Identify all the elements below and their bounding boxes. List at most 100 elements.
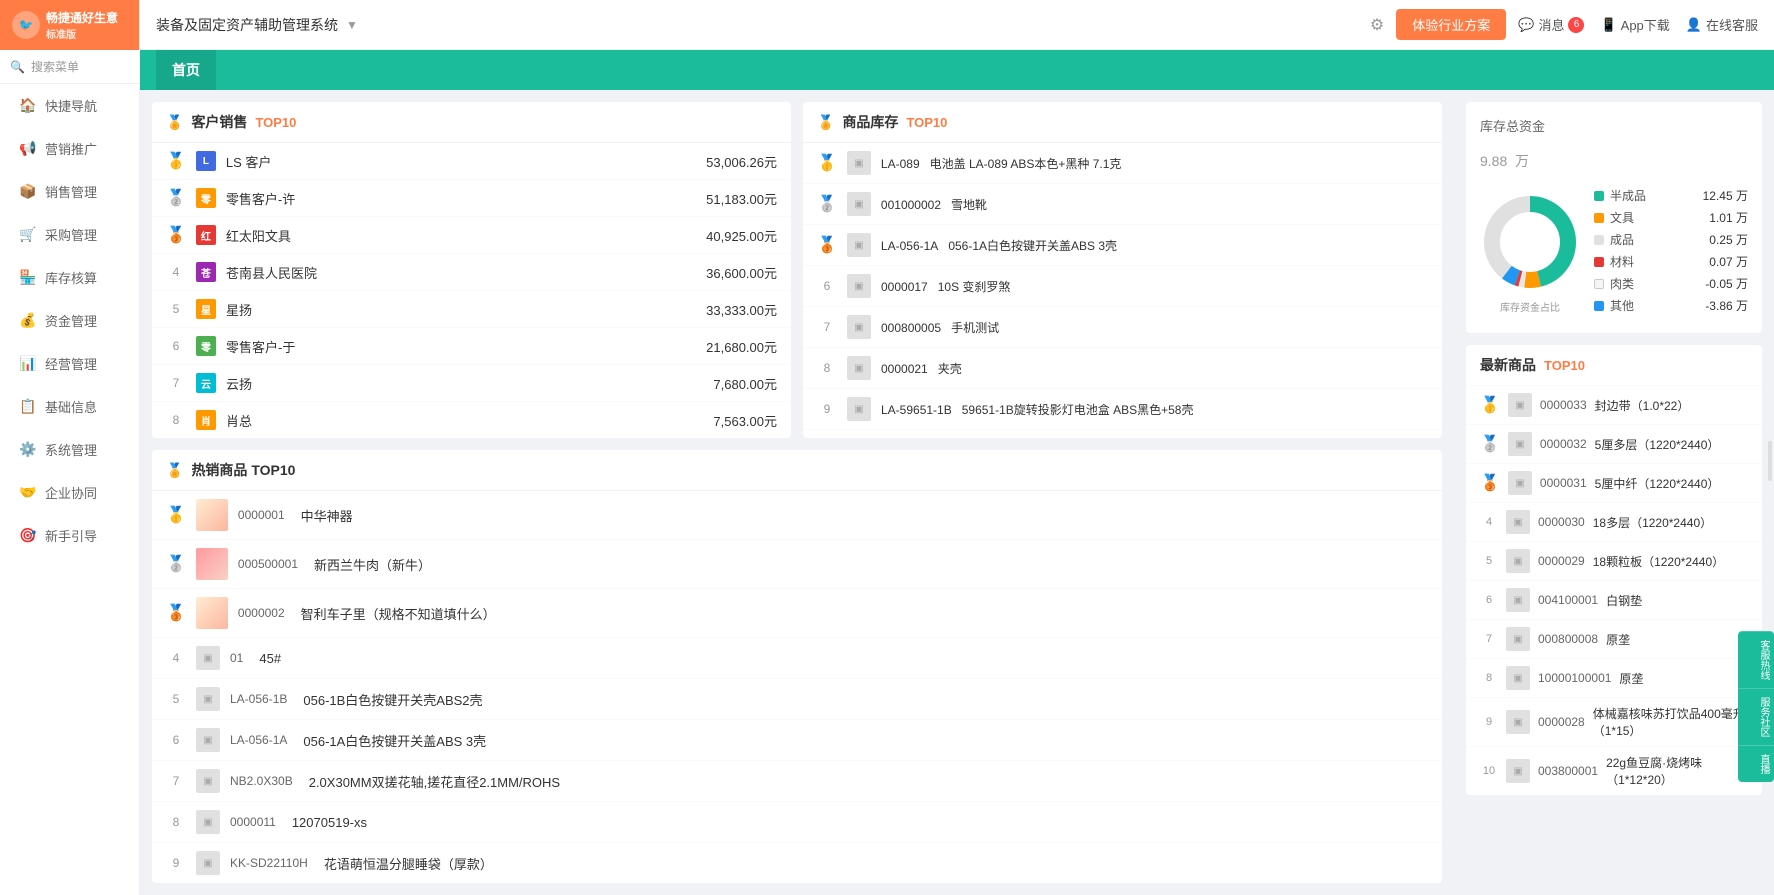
customer-badge-6: 零	[196, 336, 216, 356]
sales-icon: 📦	[19, 183, 37, 201]
topbar-right: 💬 消息 6 📱 App下载 👤 在线客服	[1518, 15, 1758, 34]
latest-rank-6: 6 ▣ 004100001 白钢垫	[1466, 580, 1762, 619]
medal-bronze-3: 🥉	[166, 225, 186, 245]
latest-img-4: ▣	[1506, 510, 1530, 534]
experience-btn[interactable]: 体验行业方案	[1396, 9, 1506, 40]
hot-prod-rank-1: 🥇 0000001 中华神器	[152, 491, 1442, 540]
latest-img-8: ▣	[1506, 666, 1530, 690]
settings-icon[interactable]: ⚙	[1370, 15, 1384, 35]
inv-rank-2: 🥈 ▣ 001000002 雪地靴	[803, 184, 1442, 225]
inv-img-7: ▣	[847, 397, 871, 421]
inv-img-2: ▣	[847, 192, 871, 216]
legend-item-5: 其他 -3.86 万	[1594, 297, 1748, 314]
sidebar-item-basic-info[interactable]: 📋 基础信息	[0, 385, 139, 428]
float-btn-hotline[interactable]: 客服热线	[1738, 631, 1774, 688]
hot-prod-rank-5: 5 ▣ LA-056-1B 056-1B白色按键开关壳ABS2壳	[152, 679, 1442, 720]
sidebar-item-system[interactable]: ⚙️ 系统管理	[0, 428, 139, 471]
sidebar-item-guide[interactable]: 🎯 新手引导	[0, 514, 139, 557]
latest-img-5: ▣	[1506, 549, 1530, 573]
home-icon: 🏠	[19, 97, 37, 115]
page-nav: 首页	[140, 50, 1774, 90]
messages-btn[interactable]: 💬 消息 6	[1518, 15, 1584, 34]
latest-products-card: 最新商品 TOP10 🥇 ▣ 0000033 封边带（1.0*22） 🥈 ▣ 0…	[1466, 345, 1762, 795]
customer-badge-1: L	[196, 151, 216, 171]
hot-prod-rank-2: 🥈 000500001 新西兰牛肉（新牛）	[152, 540, 1442, 589]
legend-item-3: 材料 0.07 万	[1594, 253, 1748, 270]
hot-products-header: 🏅 热销商品 TOP10	[152, 450, 1442, 491]
latest-img-10: ▣	[1506, 759, 1530, 783]
sidebar-item-inventory[interactable]: 🏪 库存核算	[0, 256, 139, 299]
latest-rank-4: 4 ▣ 0000030 18多层（1220*2440）	[1466, 502, 1762, 541]
sidebar-item-finance[interactable]: 💰 资金管理	[0, 299, 139, 342]
hot-prod-rank-6: 6 ▣ LA-056-1A 056-1A白色按键开关盖ABS 3壳	[152, 720, 1442, 761]
customer-badge-2: 零	[196, 188, 216, 208]
hot-prod-rank-4: 4 ▣ 01 45#	[152, 638, 1442, 679]
customer-rank-1: 🥇 L LS 客户 53,006.26元	[152, 143, 791, 180]
hot-prod-rank-7: 7 ▣ NB2.0X30B 2.0X30MM双搓花轴,搓花直径2.1MM/ROH…	[152, 761, 1442, 802]
latest-products-header: 最新商品 TOP10	[1466, 345, 1762, 385]
operations-icon: 📊	[19, 355, 37, 373]
sidebar-item-purchase[interactable]: 🛒 采购管理	[0, 213, 139, 256]
hot-prod-rank-3: 🥉 0000002 智利车子里（规格不知道填什么）	[152, 589, 1442, 638]
inv-rank-1: 🥇 ▣ LA-089 电池盖 LA-089 ABS本色+黑种 7.1克	[803, 143, 1442, 184]
search-icon: 🔍	[10, 60, 25, 74]
donut-chart-container: 库存资金占比	[1480, 192, 1580, 314]
sidebar-item-enterprise[interactable]: 🤝 企业协同	[0, 471, 139, 514]
customer-badge-8: 肖	[196, 410, 216, 430]
customer-sales-card: 🏅 客户销售 TOP10 🥇 L LS 客户 53,006.26元 🥈 零 零售…	[152, 102, 791, 438]
sidebar-item-sales[interactable]: 📦 销售管理	[0, 170, 139, 213]
message-icon: 💬	[1518, 17, 1534, 33]
inv-img-5: ▣	[847, 315, 871, 339]
latest-img-1: ▣	[1508, 393, 1532, 417]
latest-rank-10: 10 ▣ 003800001 22g鱼豆腐·烧烤味（1*12*20）	[1466, 746, 1762, 795]
inventory-top10-card: 🏅 商品库存 TOP10 🥇 ▣ LA-089 电池盖 LA-089 ABS本色…	[803, 102, 1442, 438]
hot-prod-img-1	[196, 499, 228, 531]
inv-rank-4: 6 ▣ 0000017 10S 变刹罗煞	[803, 266, 1442, 307]
float-btn-broadcast[interactable]: 直播	[1738, 745, 1774, 782]
customer-rank-4: 4 苍 苍南县人民医院 36,600.00元	[152, 254, 791, 291]
latest-img-6: ▣	[1506, 588, 1530, 612]
latest-img-2: ▣	[1508, 432, 1532, 456]
center-panel: 🏅 客户销售 TOP10 🥇 L LS 客户 53,006.26元 🥈 零 零售…	[140, 90, 1454, 895]
logo-icon: 🐦	[12, 11, 40, 39]
customer-badge-4: 苍	[196, 262, 216, 282]
topbar: 装备及固定资产辅助管理系统 ▼ ⚙ 体验行业方案 💬 消息 6 📱 App下载 …	[140, 0, 1774, 50]
dropdown-icon[interactable]: ▼	[346, 18, 358, 32]
latest-img-9: ▣	[1506, 710, 1530, 734]
logo-text: 畅捷通好生意 标准版	[46, 9, 118, 41]
customer-badge-5: 星	[196, 299, 216, 319]
online-service-btn[interactable]: 👤 在线客服	[1686, 15, 1758, 34]
tab-home[interactable]: 首页	[156, 50, 216, 90]
latest-rank-7: 7 ▣ 000800008 原垄	[1466, 619, 1762, 658]
app-download-btn[interactable]: 📱 App下载	[1600, 15, 1669, 34]
hot-prod-rank-9: 9 ▣ KK-SD22110H 花语萌恒温分腿睡袋（厚款）	[152, 843, 1442, 883]
inventory-amount: 9.88 万	[1480, 141, 1748, 173]
hot-prod-rank-8: 8 ▣ 0000011 12070519-xs	[152, 802, 1442, 843]
latest-rank-5: 5 ▣ 0000029 18颗粒板（1220*2440）	[1466, 541, 1762, 580]
sidebar-item-operations[interactable]: 📊 经营管理	[0, 342, 139, 385]
inv-rank-5: 7 ▣ 000800005 手机测试	[803, 307, 1442, 348]
float-btn-community[interactable]: 服务社区	[1738, 688, 1774, 745]
legend-item-2: 成品 0.25 万	[1594, 231, 1748, 248]
system-name: 装备及固定资产辅助管理系统 ▼	[156, 15, 1358, 35]
top-lists-row: 🏅 客户销售 TOP10 🥇 L LS 客户 53,006.26元 🥈 零 零售…	[152, 102, 1442, 438]
latest-img-7: ▣	[1506, 627, 1530, 651]
latest-img-3: ▣	[1508, 471, 1532, 495]
customer-rank-2: 🥈 零 零售客户-许 51,183.00元	[152, 180, 791, 217]
search-menu[interactable]: 🔍 搜索菜单	[0, 50, 139, 84]
right-panel: 库存总资金 9.88 万	[1454, 90, 1774, 895]
app-logo: 🐦 畅捷通好生意 标准版	[0, 0, 139, 50]
sidebar-item-marketing[interactable]: 📢 营销推广	[0, 127, 139, 170]
inv-rank-3: 🥉 ▣ LA-056-1A 056-1A白色按键开关盖ABS 3壳	[803, 225, 1442, 266]
latest-rank-2: 🥈 ▣ 0000032 5厘多层（1220*2440）	[1466, 424, 1762, 463]
customer-rank-5: 5 星 星扬 33,333.00元	[152, 291, 791, 328]
legend-item-0: 半成品 12.45 万	[1594, 187, 1748, 204]
medal-silver-2: 🥈	[166, 188, 186, 208]
inventory-legend: 半成品 12.45 万 文具 1.01 万 成品 0.25 万	[1594, 187, 1748, 319]
legend-item-4: 肉类 -0.05 万	[1594, 275, 1748, 292]
guide-icon: 🎯	[19, 527, 37, 545]
hot-prod-img-9: ▣	[196, 851, 220, 875]
latest-rank-8: 8 ▣ 10000100001 原垄	[1466, 658, 1762, 697]
sidebar-item-quick-nav[interactable]: 🏠 快捷导航	[0, 84, 139, 127]
customer-rank-3: 🥉 红 红太阳文具 40,925.00元	[152, 217, 791, 254]
